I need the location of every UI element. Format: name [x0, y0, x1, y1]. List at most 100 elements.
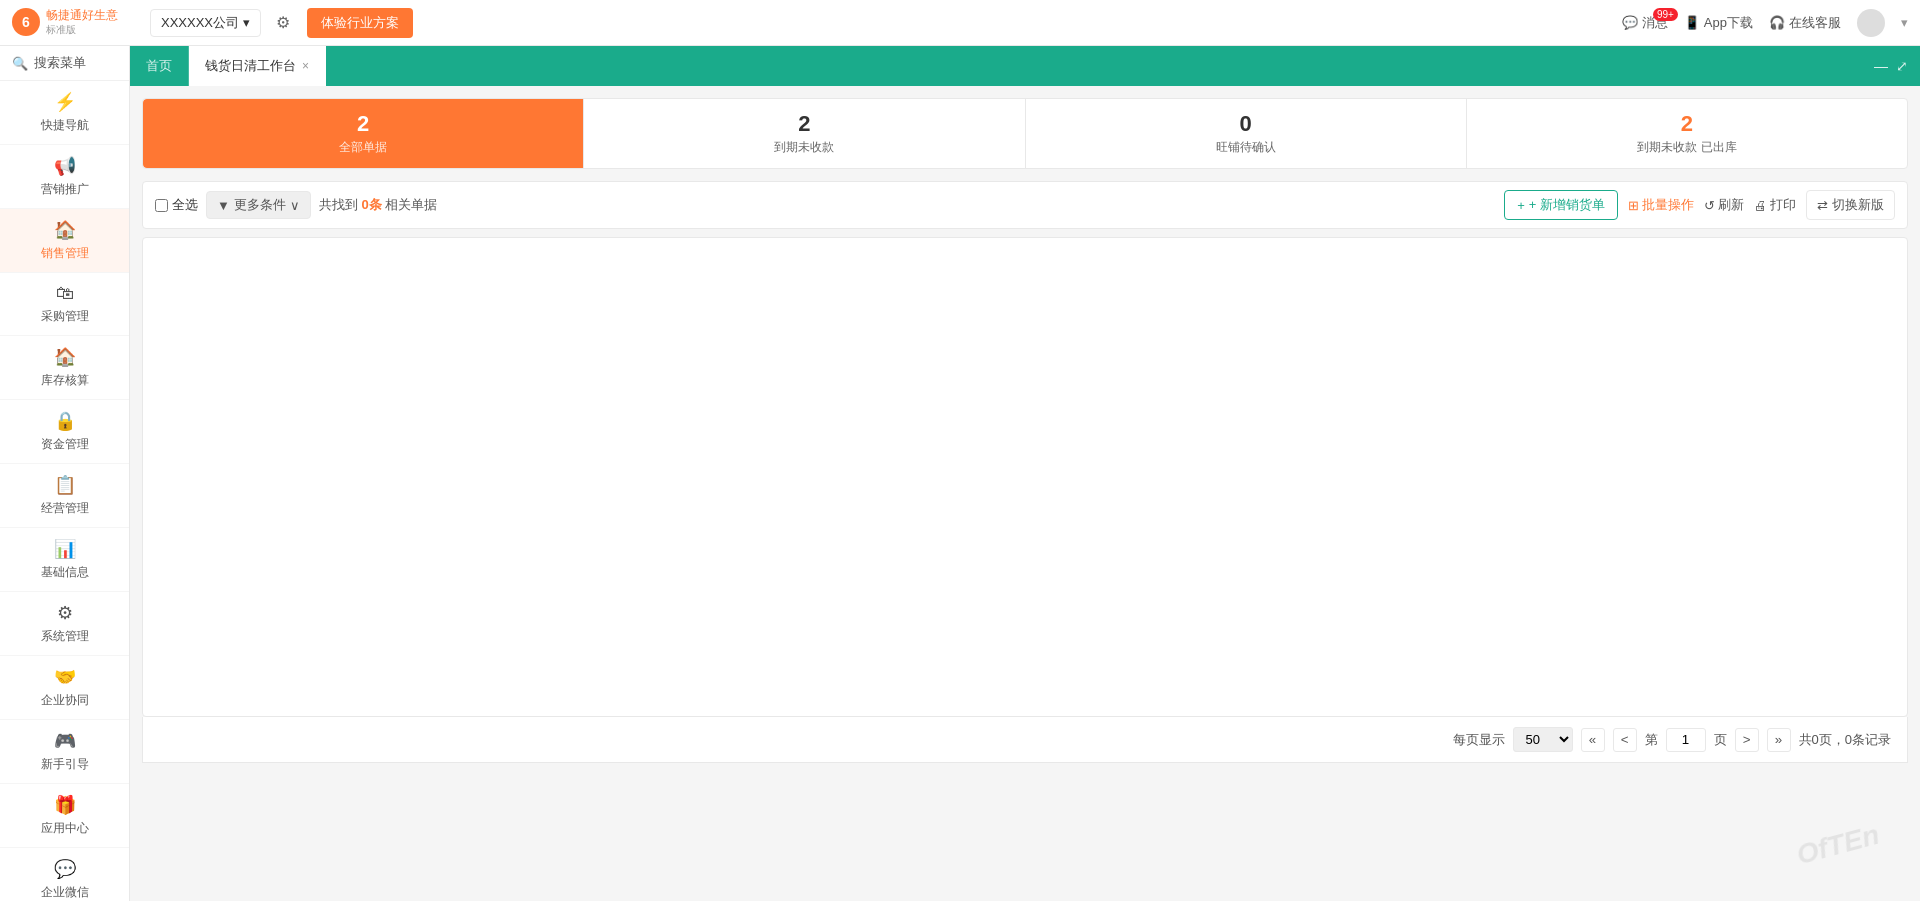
sidebar-item-label: 企业协同	[41, 692, 89, 709]
quick-nav-icon: ⚡	[54, 91, 76, 113]
nav-tab-actions: — ⤢	[1874, 58, 1920, 74]
toolbar-left: 全选 ▼ 更多条件 ∨ 共找到 0条 相关单据	[155, 191, 1492, 219]
sidebar-item-label: 资金管理	[41, 436, 89, 453]
page-first-button[interactable]: «	[1581, 728, 1605, 752]
sidebar-item-label: 采购管理	[41, 308, 89, 325]
experience-button[interactable]: 体验行业方案	[307, 8, 413, 38]
stat-card-overdue[interactable]: 2 到期未收款	[584, 99, 1025, 168]
sidebar-item-cooperation[interactable]: 🤝 企业协同	[0, 656, 129, 720]
sidebar-item-label: 新手引导	[41, 756, 89, 773]
header-right: 💬 消息 99+ 📱 App下载 🎧 在线客服 ▾	[1622, 9, 1908, 37]
sidebar-item-guide[interactable]: 🎮 新手引导	[0, 720, 129, 784]
sidebar-item-app-center[interactable]: 🎁 应用中心	[0, 784, 129, 848]
sidebar-item-wechat[interactable]: 💬 企业微信	[0, 848, 129, 901]
sidebar: 🔍 搜索菜单 ⚡ 快捷导航 📢 营销推广 🏠 销售管理 🛍 采购管理 🏠 库存核…	[0, 0, 130, 901]
message-button[interactable]: 💬 消息 99+	[1622, 14, 1668, 32]
select-all-input[interactable]	[155, 199, 168, 212]
stat-card-overdue-shipped[interactable]: 2 到期未收款 已出库	[1467, 99, 1907, 168]
stat-num-all: 2	[159, 111, 567, 137]
sidebar-item-inventory[interactable]: 🏠 库存核算	[0, 336, 129, 400]
refresh-button[interactable]: ↺ 刷新	[1704, 196, 1744, 214]
filter-chevron: ∨	[290, 198, 300, 213]
sidebar-item-base-info[interactable]: 📊 基础信息	[0, 528, 129, 592]
stat-label-wangpu: 旺铺待确认	[1042, 139, 1450, 156]
switch-icon: ⇄	[1817, 198, 1828, 213]
per-page-label: 每页显示	[1453, 731, 1505, 749]
page-prev-button[interactable]: <	[1613, 728, 1637, 752]
app-download-button[interactable]: 📱 App下载	[1684, 14, 1753, 32]
minimize-icon[interactable]: —	[1874, 58, 1888, 74]
wechat-icon: 💬	[54, 858, 76, 880]
online-service-label: 在线客服	[1789, 14, 1841, 32]
stats-row: 2 全部单据 2 到期未收款 0 旺铺待确认 2 到期未收款 已出库	[142, 98, 1908, 169]
page-suffix: 页	[1714, 731, 1727, 749]
page-label: 第	[1645, 731, 1658, 749]
user-name[interactable]: ▾	[1901, 15, 1908, 30]
select-all-checkbox[interactable]: 全选	[155, 196, 198, 214]
tab-qhrc[interactable]: 钱货日清工作台 ×	[189, 46, 326, 86]
sidebar-item-operations[interactable]: 📋 经营管理	[0, 464, 129, 528]
settings-icon: ⚙	[276, 13, 290, 32]
sidebar-item-finance[interactable]: 🔒 资金管理	[0, 400, 129, 464]
main-content: 2 全部单据 2 到期未收款 0 旺铺待确认 2 到期未收款 已出库 全选 ▼ …	[130, 86, 1920, 901]
stat-label-overdue-shipped: 到期未收款 已出库	[1483, 139, 1891, 156]
add-icon: +	[1517, 198, 1525, 213]
download-icon: 📱	[1684, 15, 1700, 30]
refresh-icon: ↺	[1704, 198, 1715, 213]
total-label: 共0页，0条记录	[1799, 731, 1891, 749]
toolbar: 全选 ▼ 更多条件 ∨ 共找到 0条 相关单据 + + 新增销货单 ⊞ 批量操作	[142, 181, 1908, 229]
add-sales-order-button[interactable]: + + 新增销货单	[1504, 190, 1618, 220]
page-next-button[interactable]: >	[1735, 728, 1759, 752]
inventory-icon: 🏠	[54, 346, 76, 368]
filter-label: 更多条件	[234, 196, 286, 214]
stat-card-wangpu[interactable]: 0 旺铺待确认	[1026, 99, 1467, 168]
sidebar-item-label: 库存核算	[41, 372, 89, 389]
print-icon: 🖨	[1754, 198, 1767, 213]
sidebar-item-label: 经营管理	[41, 500, 89, 517]
per-page-select[interactable]: 50 100 200	[1513, 727, 1573, 752]
sales-icon: 🏠	[54, 219, 76, 241]
user-avatar[interactable]	[1857, 9, 1885, 37]
toolbar-right: + + 新增销货单 ⊞ 批量操作 ↺ 刷新 🖨 打印 ⇄ 切换新版	[1504, 190, 1895, 220]
app-download-label: App下载	[1704, 14, 1753, 32]
more-filter-button[interactable]: ▼ 更多条件 ∨	[206, 191, 311, 219]
online-service-button[interactable]: 🎧 在线客服	[1769, 14, 1841, 32]
filter-icon: ▼	[217, 198, 230, 213]
stat-label-overdue: 到期未收款	[600, 139, 1008, 156]
sidebar-item-label: 销售管理	[41, 245, 89, 262]
sidebar-item-quick-nav[interactable]: ⚡ 快捷导航	[0, 81, 129, 145]
logo-area: 6 畅捷通好生意 标准版	[12, 8, 142, 36]
dropdown-icon: ▾	[243, 15, 250, 30]
stat-num-wangpu: 0	[1042, 111, 1450, 137]
found-num: 0条	[362, 197, 382, 212]
select-all-label: 全选	[172, 196, 198, 214]
company-selector[interactable]: XXXXXX公司 ▾	[150, 9, 261, 37]
page-last-button[interactable]: »	[1767, 728, 1791, 752]
tab-qhrc-label: 钱货日清工作台	[205, 57, 296, 75]
stat-card-all[interactable]: 2 全部单据	[143, 99, 584, 168]
operations-icon: 📋	[54, 474, 76, 496]
sidebar-search[interactable]: 🔍 搜索菜单	[0, 46, 129, 81]
found-text: 共找到 0条 相关单据	[319, 196, 437, 214]
switch-version-button[interactable]: ⇄ 切换新版	[1806, 190, 1895, 220]
message-badge: 99+	[1653, 8, 1678, 21]
print-button[interactable]: 🖨 打印	[1754, 196, 1796, 214]
sidebar-item-purchase[interactable]: 🛍 采购管理	[0, 273, 129, 336]
search-label: 搜索菜单	[34, 54, 86, 72]
top-header: 6 畅捷通好生意 标准版 XXXXXX公司 ▾ ⚙ 体验行业方案 💬 消息 99…	[0, 0, 1920, 46]
marketing-icon: 📢	[54, 155, 76, 177]
maximize-icon[interactable]: ⤢	[1896, 58, 1908, 74]
settings-button[interactable]: ⚙	[269, 9, 297, 37]
sidebar-item-label: 快捷导航	[41, 117, 89, 134]
stat-num-overdue: 2	[600, 111, 1008, 137]
pagination: 每页显示 50 100 200 « < 第 页 > » 共0页，0条记录	[142, 717, 1908, 763]
page-number-input[interactable]	[1666, 728, 1706, 752]
sidebar-item-system[interactable]: ⚙ 系统管理	[0, 592, 129, 656]
batch-operation-button[interactable]: ⊞ 批量操作	[1628, 196, 1694, 214]
sidebar-item-sales[interactable]: 🏠 销售管理	[0, 209, 129, 273]
sidebar-item-label: 基础信息	[41, 564, 89, 581]
stat-num-overdue-shipped: 2	[1483, 111, 1891, 137]
tab-home[interactable]: 首页	[130, 46, 189, 86]
sidebar-item-marketing[interactable]: 📢 营销推广	[0, 145, 129, 209]
tab-close-icon[interactable]: ×	[302, 59, 309, 73]
